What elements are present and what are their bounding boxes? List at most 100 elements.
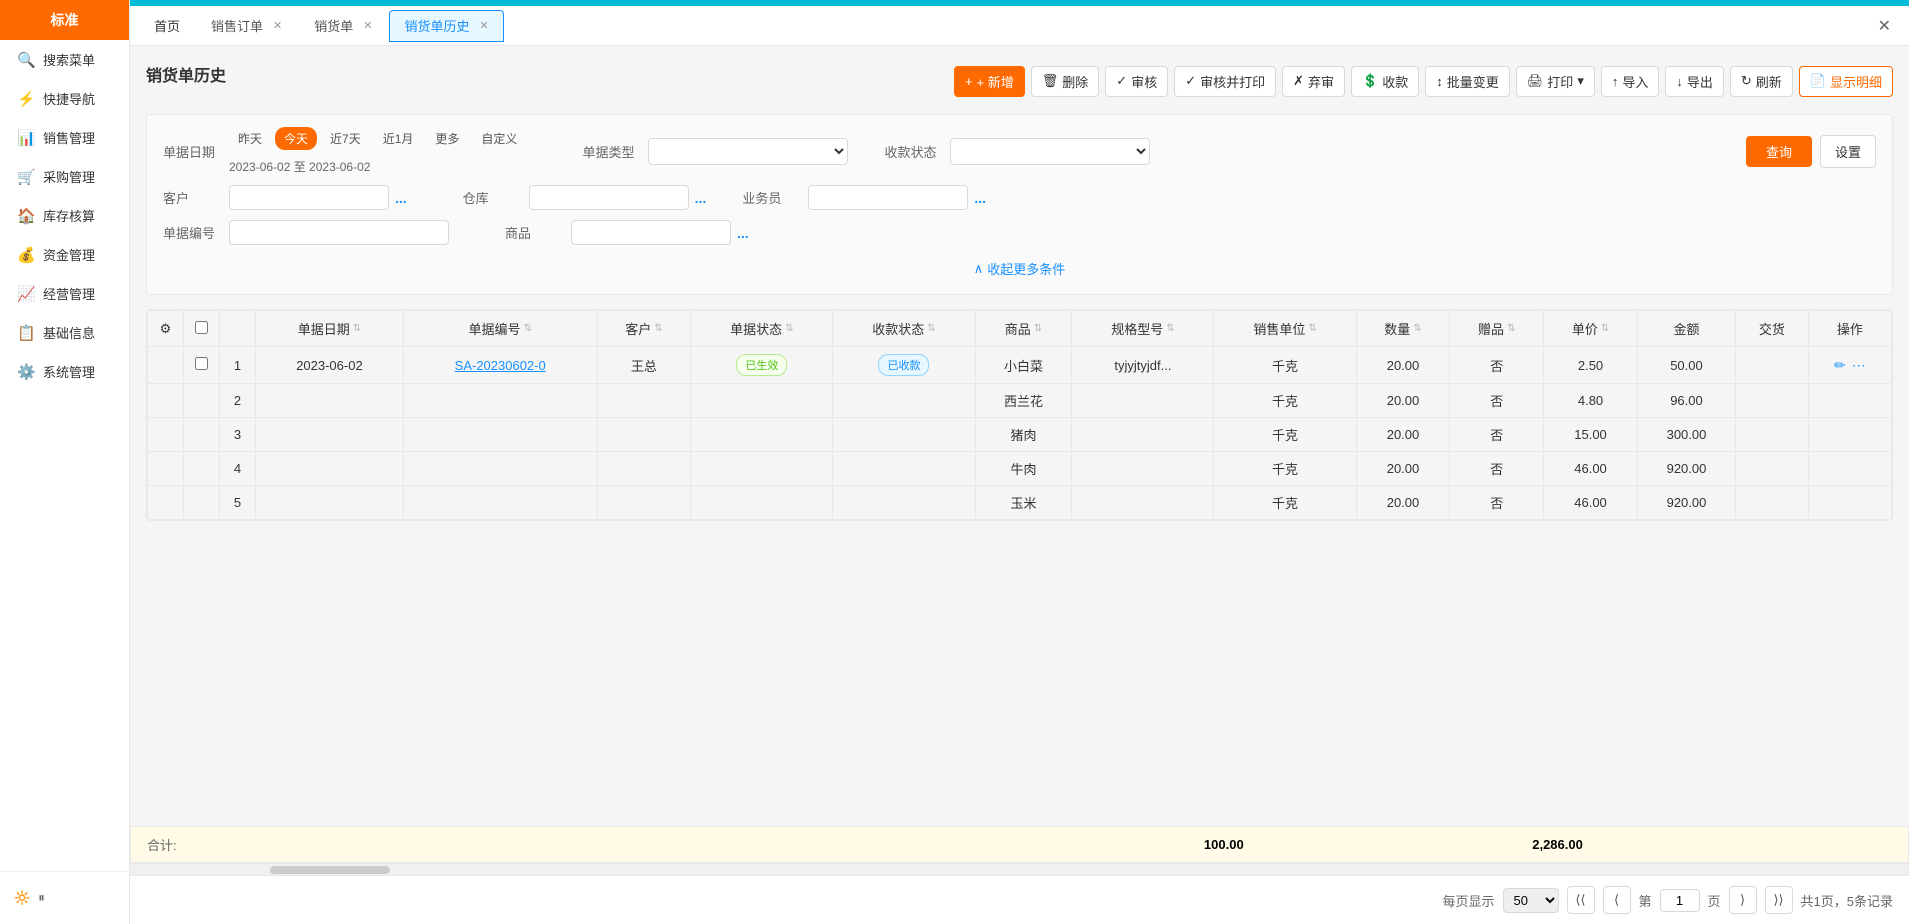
sidebar-item-inventory[interactable]: 🏠 库存核算 xyxy=(0,196,129,235)
th-goods[interactable]: 商品 ⇅ xyxy=(975,311,1072,347)
sort-doc-no[interactable]: 单据编号 ⇅ xyxy=(469,319,532,338)
sort-gift[interactable]: 赠品 ⇅ xyxy=(1478,319,1515,338)
th-doc-status[interactable]: 单据状态 ⇅ xyxy=(691,311,833,347)
date-btn-today[interactable]: 今天 xyxy=(275,127,317,150)
edit-icon-1[interactable]: ✏ xyxy=(1834,357,1846,374)
sort-doc-status[interactable]: 单据状态 ⇅ xyxy=(730,319,793,338)
sidebar-bottom: 🔆 ⏸ xyxy=(0,871,129,924)
refresh-button[interactable]: ↻ 刷新 xyxy=(1730,66,1793,97)
staff-input[interactable] xyxy=(808,185,968,210)
sort-doc-date[interactable]: 单据日期 ⇅ xyxy=(298,319,361,338)
settings-button[interactable]: 设置 xyxy=(1820,135,1876,168)
date-btn-custom[interactable]: 自定义 xyxy=(472,127,526,150)
tab-sales-history-close[interactable]: ✕ xyxy=(480,19,489,32)
td-spec-5 xyxy=(1072,486,1214,520)
tab-sales-history[interactable]: 销货单历史 ✕ xyxy=(389,10,503,42)
th-price[interactable]: 单价 ⇅ xyxy=(1544,311,1638,347)
sidebar-item-funds[interactable]: 💰 资金管理 xyxy=(0,235,129,274)
payment-status-select[interactable] xyxy=(950,138,1150,165)
audit-print-button[interactable]: ✓ 审核并打印 xyxy=(1174,66,1276,97)
th-qty[interactable]: 数量 ⇅ xyxy=(1356,311,1450,347)
customer-input[interactable] xyxy=(229,185,389,210)
refresh-icon: ↻ xyxy=(1741,73,1752,89)
discard-button[interactable]: ✗ 弃审 xyxy=(1282,66,1345,97)
th-doc-no[interactable]: 单据编号 ⇅ xyxy=(403,311,597,347)
sort-price[interactable]: 单价 ⇅ xyxy=(1572,319,1609,338)
scrollbar-area[interactable] xyxy=(130,863,1909,875)
print-button[interactable]: 🖨 打印 ▾ xyxy=(1516,66,1595,97)
sort-unit[interactable]: 销售单位 ⇅ xyxy=(1253,319,1316,338)
customer-dot[interactable]: ... xyxy=(395,190,407,206)
th-customer[interactable]: 客户 ⇅ xyxy=(597,311,691,347)
sidebar-item-quick-nav[interactable]: ⚡ 快捷导航 xyxy=(0,79,129,118)
doc-type-select[interactable] xyxy=(648,138,848,165)
td-doc-no-4 xyxy=(403,452,597,486)
warehouse-input[interactable] xyxy=(529,185,689,210)
batch-change-button[interactable]: ↕ 批量变更 xyxy=(1425,66,1510,97)
page-first-btn[interactable]: ⟨⟨ xyxy=(1567,886,1595,914)
sidebar-bottom-item-1[interactable]: 🔆 ⏸ xyxy=(0,882,129,914)
date-range: 2023-06-02 至 2023-06-02 xyxy=(229,158,526,175)
doc-no-link-1[interactable]: SA-20230602-0 xyxy=(455,358,546,373)
td-settings-4 xyxy=(148,452,184,486)
sidebar-item-sys-mgmt[interactable]: ⚙️ 系统管理 xyxy=(0,352,129,391)
date-btn-more[interactable]: 更多 xyxy=(426,127,468,150)
tab-sales-order[interactable]: 销售订单 ✕ xyxy=(196,10,297,42)
th-gift[interactable]: 赠品 ⇅ xyxy=(1450,311,1544,347)
pagination: 每页显示 50 100 200 ⟨⟨ ⟨ 第 1 页 ⟩ ⟩⟩ 共1页，5条记录 xyxy=(130,875,1909,924)
tab-home[interactable]: 首页 xyxy=(140,10,194,42)
sidebar-item-ops[interactable]: 📈 经营管理 xyxy=(0,274,129,313)
scrollbar-thumb[interactable] xyxy=(270,866,390,874)
th-unit[interactable]: 销售单位 ⇅ xyxy=(1214,311,1356,347)
delete-button[interactable]: 🗑 删除 xyxy=(1031,66,1100,97)
staff-dot[interactable]: ... xyxy=(974,190,986,206)
audit-button[interactable]: ✓ 审核 xyxy=(1105,66,1168,97)
query-button[interactable]: 查询 xyxy=(1746,136,1812,167)
select-all-checkbox[interactable] xyxy=(195,321,208,334)
th-payment-status[interactable]: 收款状态 ⇅ xyxy=(833,311,975,347)
page-next-btn[interactable]: ⟩ xyxy=(1729,886,1757,914)
collapse-btn[interactable]: ∧ 收起更多条件 xyxy=(962,255,1078,282)
receive-button[interactable]: 💲 收款 xyxy=(1351,66,1419,97)
sidebar-item-basic-info[interactable]: 📋 基础信息 xyxy=(0,313,129,352)
td-doc-date-4 xyxy=(256,452,404,486)
date-btn-7days[interactable]: 近7天 xyxy=(321,127,370,150)
row-checkbox-1[interactable] xyxy=(195,357,208,370)
sort-payment-status[interactable]: 收款状态 ⇅ xyxy=(872,319,935,338)
date-btn-1month[interactable]: 近1月 xyxy=(374,127,423,150)
sidebar-item-search-menu[interactable]: 🔍 搜索菜单 xyxy=(0,40,129,79)
td-qty-4: 20.00 xyxy=(1356,452,1450,486)
per-page-select[interactable]: 50 100 200 xyxy=(1503,888,1559,913)
td-check-1[interactable] xyxy=(184,347,220,384)
warehouse-label: 仓库 xyxy=(463,188,523,207)
date-btn-yesterday[interactable]: 昨天 xyxy=(229,127,271,150)
export-button[interactable]: ↓ 导出 xyxy=(1665,66,1724,97)
tab-sales-goods[interactable]: 销货单 ✕ xyxy=(299,10,387,42)
import-button[interactable]: ↑ 导入 xyxy=(1601,66,1660,97)
page-last-btn[interactable]: ⟩⟩ xyxy=(1765,886,1793,914)
td-check-5 xyxy=(184,486,220,520)
more-icon-1[interactable]: ⋯ xyxy=(1852,357,1866,374)
sort-spec[interactable]: 规格型号 ⇅ xyxy=(1111,319,1174,338)
page-prev-btn[interactable]: ⟨ xyxy=(1603,886,1631,914)
th-settings[interactable]: ⚙ xyxy=(148,311,184,347)
sort-goods[interactable]: 商品 ⇅ xyxy=(1005,319,1042,338)
sidebar-item-sales-mgmt[interactable]: 📊 销售管理 xyxy=(0,118,129,157)
tab-sales-order-close[interactable]: ✕ xyxy=(273,19,282,32)
td-action-4 xyxy=(1808,452,1891,486)
goods-input[interactable] xyxy=(571,220,731,245)
warehouse-dot[interactable]: ... xyxy=(695,190,707,206)
sort-customer[interactable]: 客户 ⇅ xyxy=(625,319,662,338)
tab-sales-goods-close[interactable]: ✕ xyxy=(363,19,372,32)
add-button[interactable]: + + 新增 xyxy=(954,66,1025,97)
sort-qty[interactable]: 数量 ⇅ xyxy=(1384,319,1421,338)
sidebar-item-purchase-mgmt[interactable]: 🛒 采购管理 xyxy=(0,157,129,196)
tab-bar-close-btn[interactable]: ✕ xyxy=(1870,12,1899,40)
th-spec[interactable]: 规格型号 ⇅ xyxy=(1072,311,1214,347)
page-input[interactable]: 1 xyxy=(1660,889,1700,912)
th-check[interactable] xyxy=(184,311,220,347)
show-detail-button[interactable]: 📄 显示明细 xyxy=(1799,66,1893,97)
docno-input[interactable] xyxy=(229,220,449,245)
th-doc-date[interactable]: 单据日期 ⇅ xyxy=(256,311,404,347)
goods-dot[interactable]: ... xyxy=(737,225,749,241)
